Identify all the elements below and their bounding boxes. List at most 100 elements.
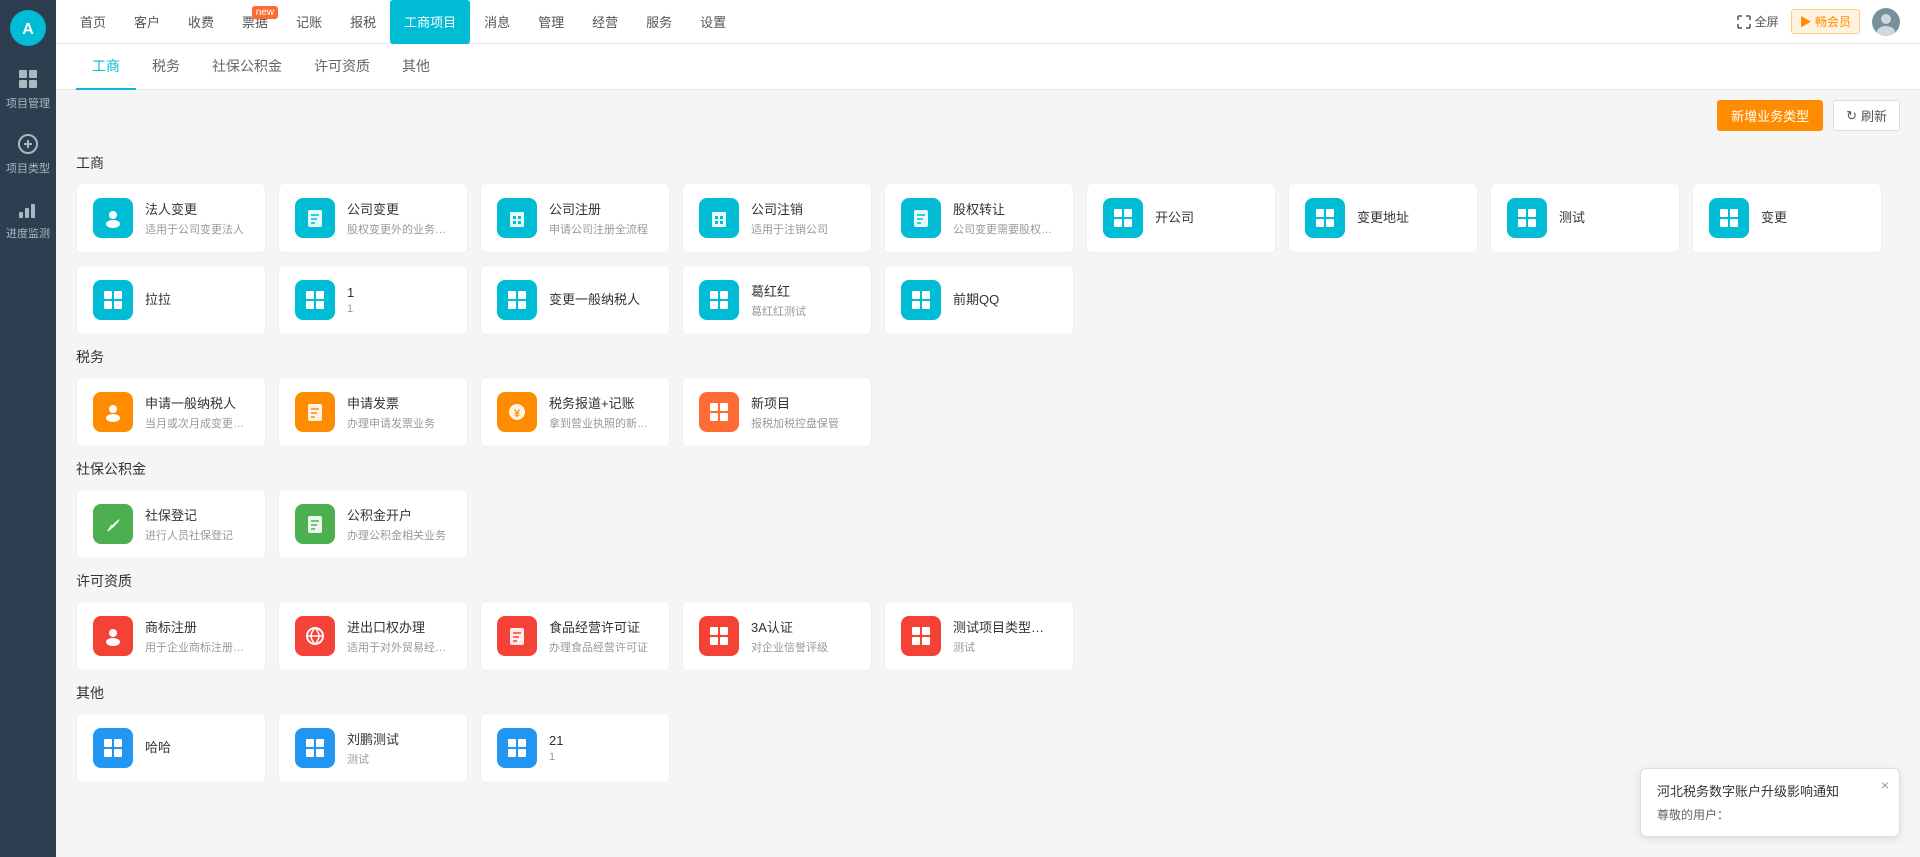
card-desc-tax-report-account: 拿到营业执照的新公司 [549,415,653,431]
card-test1[interactable]: 测试 [1490,183,1680,253]
card-desc-apply-taxpayer: 当月或次月成变更完成 [145,415,249,431]
card-info-apply-invoice: 申请发票办理申请发票业务 [347,393,451,431]
card-info-change-taxpayer: 变更一般纳税人 [549,289,653,311]
card-icon-change-address [1305,198,1345,238]
card-info-early-qq: 前期QQ [953,289,1057,311]
card-info-food-license: 食品经营许可证办理食品经营许可证 [549,617,653,655]
tab-gongshang[interactable]: 工商 [76,44,136,90]
nav-customer[interactable]: 客户 [120,0,174,44]
nav-tax[interactable]: 报税 [336,0,390,44]
refresh-button[interactable]: ↻ 刷新 [1833,100,1900,131]
svg-text:¥: ¥ [514,408,521,420]
fullscreen-button[interactable]: 全屏 [1737,13,1779,30]
nav-home[interactable]: 首页 [66,0,120,44]
card-icon-apply-taxpayer [93,392,133,432]
card-desc-import-export: 适用于对外贸易经营者 [347,639,451,655]
card-equity-transfer[interactable]: 股权转让公司变更需要股权转让 [884,183,1074,253]
card-liupeng-test[interactable]: 刘鹏测试测试 [278,713,468,783]
card-import-export[interactable]: 进出口权办理适用于对外贸易经营者 [278,601,468,671]
card-desc-3a-cert: 对企业信誉评级 [751,639,855,655]
card-new-project[interactable]: 新项目报税加税控盘保管 [682,377,872,447]
sidebar-item-progress-monitor[interactable]: 进度监测 [0,186,56,251]
card-haha[interactable]: 哈哈 [76,713,266,783]
card-icon-early-qq [901,280,941,320]
card-num21[interactable]: 211 [480,713,670,783]
tab-xuke[interactable]: 许可资质 [298,44,386,90]
nav-message[interactable]: 消息 [470,0,524,44]
cards-grid-gongshang: 法人变更适用于公司变更法人公司变更股权变更外的业务变更 公司注册申请公司注册全流程… [76,183,1900,335]
card-icon-open-company [1103,198,1143,238]
card-legal-change[interactable]: 法人变更适用于公司变更法人 [76,183,266,253]
card-title-equity-transfer: 股权转让 [953,199,1057,218]
nav-ticket[interactable]: 票据 new [228,0,282,44]
card-change-address[interactable]: 变更地址 [1288,183,1478,253]
svg-text:A: A [22,21,34,38]
card-social-register[interactable]: 社保登记进行人员社保登记 [76,489,266,559]
card-desc-liupeng-test: 测试 [347,751,451,767]
card-info-company-register: 公司注册申请公司注册全流程 [549,199,653,237]
card-company-register[interactable]: 公司注册申请公司注册全流程 [480,183,670,253]
sidebar-item-project-type[interactable]: 项目类型 [0,121,56,186]
cards-grid-xuke: 商标注册用于企业商标注册服务 进出口权办理适用于对外贸易经营者 食品经营许可证办理食… [76,601,1900,671]
card-trademark[interactable]: 商标注册用于企业商标注册服务 [76,601,266,671]
nav-settings[interactable]: 设置 [686,0,740,44]
nav-billing[interactable]: 收费 [174,0,228,44]
card-apply-taxpayer[interactable]: 申请一般纳税人当月或次月成变更完成 [76,377,266,447]
nav-manage[interactable]: 管理 [524,0,578,44]
card-icon-num1 [295,280,335,320]
card-desc-num21: 1 [549,751,653,763]
card-info-new-project: 新项目报税加税控盘保管 [751,393,855,431]
card-change1[interactable]: 变更 [1692,183,1882,253]
card-title-liupeng-test: 刘鹏测试 [347,729,451,748]
card-info-company-cancel: 公司注销适用于注销公司 [751,199,855,237]
nav-operation[interactable]: 经营 [578,0,632,44]
card-change-taxpayer[interactable]: 变更一般纳税人 [480,265,670,335]
card-company-cancel[interactable]: 公司注销适用于注销公司 [682,183,872,253]
progress-monitor-icon [15,196,41,222]
card-early-qq[interactable]: 前期QQ [884,265,1074,335]
card-ge-honghong[interactable]: 葛红红葛红红测试 [682,265,872,335]
card-test-type[interactable]: 测试项目类型目定义测试 [884,601,1074,671]
cards-grid-shebao: 社保登记进行人员社保登记公积金开户办理公积金相关业务 [76,489,1900,559]
card-icon-company-cancel [699,198,739,238]
card-info-change1: 变更 [1761,207,1865,229]
card-title-lala: 拉拉 [145,289,249,308]
content-area: 工商法人变更适用于公司变更法人公司变更股权变更外的业务变更公司注册申请公司注册全… [56,141,1920,803]
vip-button[interactable]: ▶ 畅会员 [1791,9,1860,34]
new-type-button[interactable]: 新增业务类型 [1717,100,1823,131]
card-open-company[interactable]: 开公司 [1086,183,1276,253]
card-3a-cert[interactable]: 3A认证对企业信誉评级 [682,601,872,671]
card-tax-report-account[interactable]: ¥税务报道+记账拿到营业执照的新公司 [480,377,670,447]
tab-qita[interactable]: 其他 [386,44,446,90]
card-desc-num1: 1 [347,303,451,315]
card-company-change[interactable]: 公司变更股权变更外的业务变更 [278,183,468,253]
notification-popup: × 河北税务数字账户升级影响通知 尊敬的用户： [1640,768,1900,837]
sidebar-item-project-manage[interactable]: 项目管理 [0,56,56,121]
card-info-social-register: 社保登记进行人员社保登记 [145,505,249,543]
card-apply-invoice[interactable]: 申请发票办理申请发票业务 [278,377,468,447]
tab-shebao[interactable]: 社保公积金 [196,44,298,90]
card-num1[interactable]: 11 [278,265,468,335]
card-desc-social-register: 进行人员社保登记 [145,527,249,543]
tabs-bar: 工商 税务 社保公积金 许可资质 其他 [56,44,1920,90]
card-icon-ge-honghong [699,280,739,320]
avatar[interactable] [1872,8,1900,36]
card-icon-fund-open [295,504,335,544]
card-info-test1: 测试 [1559,207,1663,229]
card-food-license[interactable]: 食品经营许可证办理食品经营许可证 [480,601,670,671]
notification-body: 尊敬的用户： [1657,806,1883,824]
section-title-shuiwu: 税务 [76,335,1900,377]
nav-account[interactable]: 记账 [282,0,336,44]
card-fund-open[interactable]: 公积金开户办理公积金相关业务 [278,489,468,559]
card-title-social-register: 社保登记 [145,505,249,524]
card-icon-test1 [1507,198,1547,238]
nav-business[interactable]: 工商项目 [390,0,470,44]
section-title-qita: 其他 [76,671,1900,713]
card-info-import-export: 进出口权办理适用于对外贸易经营者 [347,617,451,655]
notification-close[interactable]: × [1881,777,1889,793]
tab-shuiwu[interactable]: 税务 [136,44,196,90]
card-icon-import-export [295,616,335,656]
card-lala[interactable]: 拉拉 [76,265,266,335]
sidebar-logo[interactable]: A [10,10,46,46]
nav-service[interactable]: 服务 [632,0,686,44]
